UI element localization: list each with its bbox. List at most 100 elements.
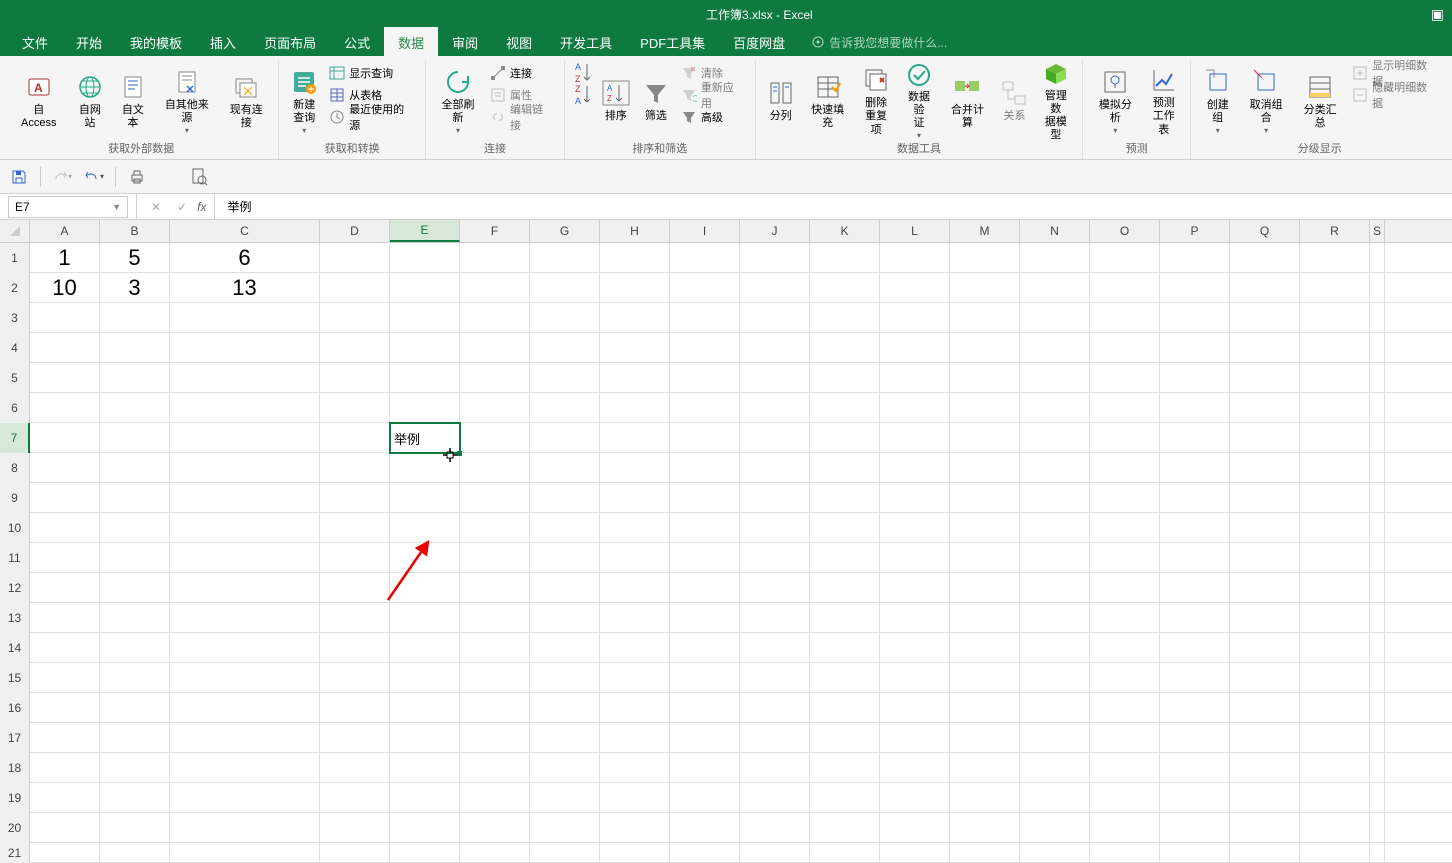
- cell-N2[interactable]: [1020, 273, 1090, 303]
- cell-N20[interactable]: [1020, 813, 1090, 843]
- cell-L13[interactable]: [880, 603, 950, 633]
- cell-R1[interactable]: [1300, 243, 1370, 273]
- cell-D11[interactable]: [320, 543, 390, 573]
- cell-B16[interactable]: [100, 693, 170, 723]
- cell-K11[interactable]: [810, 543, 880, 573]
- cell-C1[interactable]: 6: [170, 243, 320, 273]
- cell-S5[interactable]: [1370, 363, 1385, 393]
- cell-P2[interactable]: [1160, 273, 1230, 303]
- cell-M2[interactable]: [950, 273, 1020, 303]
- cell-S7[interactable]: [1370, 423, 1385, 453]
- cell-A2[interactable]: 10: [30, 273, 100, 303]
- cell-S2[interactable]: [1370, 273, 1385, 303]
- cell-D16[interactable]: [320, 693, 390, 723]
- cell-H2[interactable]: [600, 273, 670, 303]
- col-header-J[interactable]: J: [740, 220, 810, 242]
- cell-E21[interactable]: [390, 843, 460, 863]
- ext-data-2[interactable]: 自文本: [112, 62, 153, 140]
- cell-Q11[interactable]: [1230, 543, 1300, 573]
- col-header-M[interactable]: M: [950, 220, 1020, 242]
- cell-J18[interactable]: [740, 753, 810, 783]
- cell-F1[interactable]: [460, 243, 530, 273]
- cell-M5[interactable]: [950, 363, 1020, 393]
- cell-A17[interactable]: [30, 723, 100, 753]
- col-header-B[interactable]: B: [100, 220, 170, 242]
- row-header-13[interactable]: 13: [0, 603, 30, 633]
- refresh-all-button[interactable]: 全部刷新 ▾: [432, 62, 484, 140]
- cell-K7[interactable]: [810, 423, 880, 453]
- cell-N7[interactable]: [1020, 423, 1090, 453]
- cell-H8[interactable]: [600, 453, 670, 483]
- cell-P15[interactable]: [1160, 663, 1230, 693]
- cell-A19[interactable]: [30, 783, 100, 813]
- cell-A4[interactable]: [30, 333, 100, 363]
- tab-开始[interactable]: 开始: [62, 27, 116, 58]
- cell-D15[interactable]: [320, 663, 390, 693]
- cell-F13[interactable]: [460, 603, 530, 633]
- restore-icon[interactable]: ▣: [1431, 6, 1444, 23]
- cell-R9[interactable]: [1300, 483, 1370, 513]
- cell-N3[interactable]: [1020, 303, 1090, 333]
- cell-R7[interactable]: [1300, 423, 1370, 453]
- cell-G3[interactable]: [530, 303, 600, 333]
- print-preview-button[interactable]: [188, 166, 210, 188]
- tab-视图[interactable]: 视图: [492, 27, 546, 58]
- cell-R11[interactable]: [1300, 543, 1370, 573]
- cell-G12[interactable]: [530, 573, 600, 603]
- cell-H21[interactable]: [600, 843, 670, 863]
- cell-E5[interactable]: [390, 363, 460, 393]
- cell-L7[interactable]: [880, 423, 950, 453]
- cell-B3[interactable]: [100, 303, 170, 333]
- ext-data-1[interactable]: 自网站: [69, 62, 110, 140]
- cell-I5[interactable]: [670, 363, 740, 393]
- row-header-11[interactable]: 11: [0, 543, 30, 573]
- cell-K13[interactable]: [810, 603, 880, 633]
- fx-icon[interactable]: fx: [197, 200, 206, 214]
- cell-H3[interactable]: [600, 303, 670, 333]
- cell-C19[interactable]: [170, 783, 320, 813]
- cell-O14[interactable]: [1090, 633, 1160, 663]
- cell-Q21[interactable]: [1230, 843, 1300, 863]
- cell-F12[interactable]: [460, 573, 530, 603]
- cell-I16[interactable]: [670, 693, 740, 723]
- cell-P9[interactable]: [1160, 483, 1230, 513]
- cell-S17[interactable]: [1370, 723, 1385, 753]
- cell-P13[interactable]: [1160, 603, 1230, 633]
- cell-N9[interactable]: [1020, 483, 1090, 513]
- cell-F20[interactable]: [460, 813, 530, 843]
- cell-E3[interactable]: [390, 303, 460, 333]
- cell-P11[interactable]: [1160, 543, 1230, 573]
- cell-G6[interactable]: [530, 393, 600, 423]
- cell-O18[interactable]: [1090, 753, 1160, 783]
- col-header-P[interactable]: P: [1160, 220, 1230, 242]
- cell-E11[interactable]: [390, 543, 460, 573]
- cell-E16[interactable]: [390, 693, 460, 723]
- cell-J8[interactable]: [740, 453, 810, 483]
- cell-O6[interactable]: [1090, 393, 1160, 423]
- cell-C9[interactable]: [170, 483, 320, 513]
- new-query-button[interactable]: 新建 查询 ▾: [285, 62, 323, 140]
- cell-N5[interactable]: [1020, 363, 1090, 393]
- cell-M6[interactable]: [950, 393, 1020, 423]
- cell-Q1[interactable]: [1230, 243, 1300, 273]
- recent-sources-button[interactable]: 最近使用的源: [325, 106, 419, 128]
- cell-A14[interactable]: [30, 633, 100, 663]
- row-header-1[interactable]: 1: [0, 243, 30, 273]
- cell-B15[interactable]: [100, 663, 170, 693]
- cell-D21[interactable]: [320, 843, 390, 863]
- cell-C6[interactable]: [170, 393, 320, 423]
- cell-G15[interactable]: [530, 663, 600, 693]
- cell-J4[interactable]: [740, 333, 810, 363]
- cell-S13[interactable]: [1370, 603, 1385, 633]
- cell-M9[interactable]: [950, 483, 1020, 513]
- cell-J17[interactable]: [740, 723, 810, 753]
- cell-B1[interactable]: 5: [100, 243, 170, 273]
- cell-E7[interactable]: 举例: [390, 423, 460, 453]
- cell-E4[interactable]: [390, 333, 460, 363]
- cell-M7[interactable]: [950, 423, 1020, 453]
- cell-D4[interactable]: [320, 333, 390, 363]
- cell-S10[interactable]: [1370, 513, 1385, 543]
- cell-S8[interactable]: [1370, 453, 1385, 483]
- cell-S16[interactable]: [1370, 693, 1385, 723]
- cell-S14[interactable]: [1370, 633, 1385, 663]
